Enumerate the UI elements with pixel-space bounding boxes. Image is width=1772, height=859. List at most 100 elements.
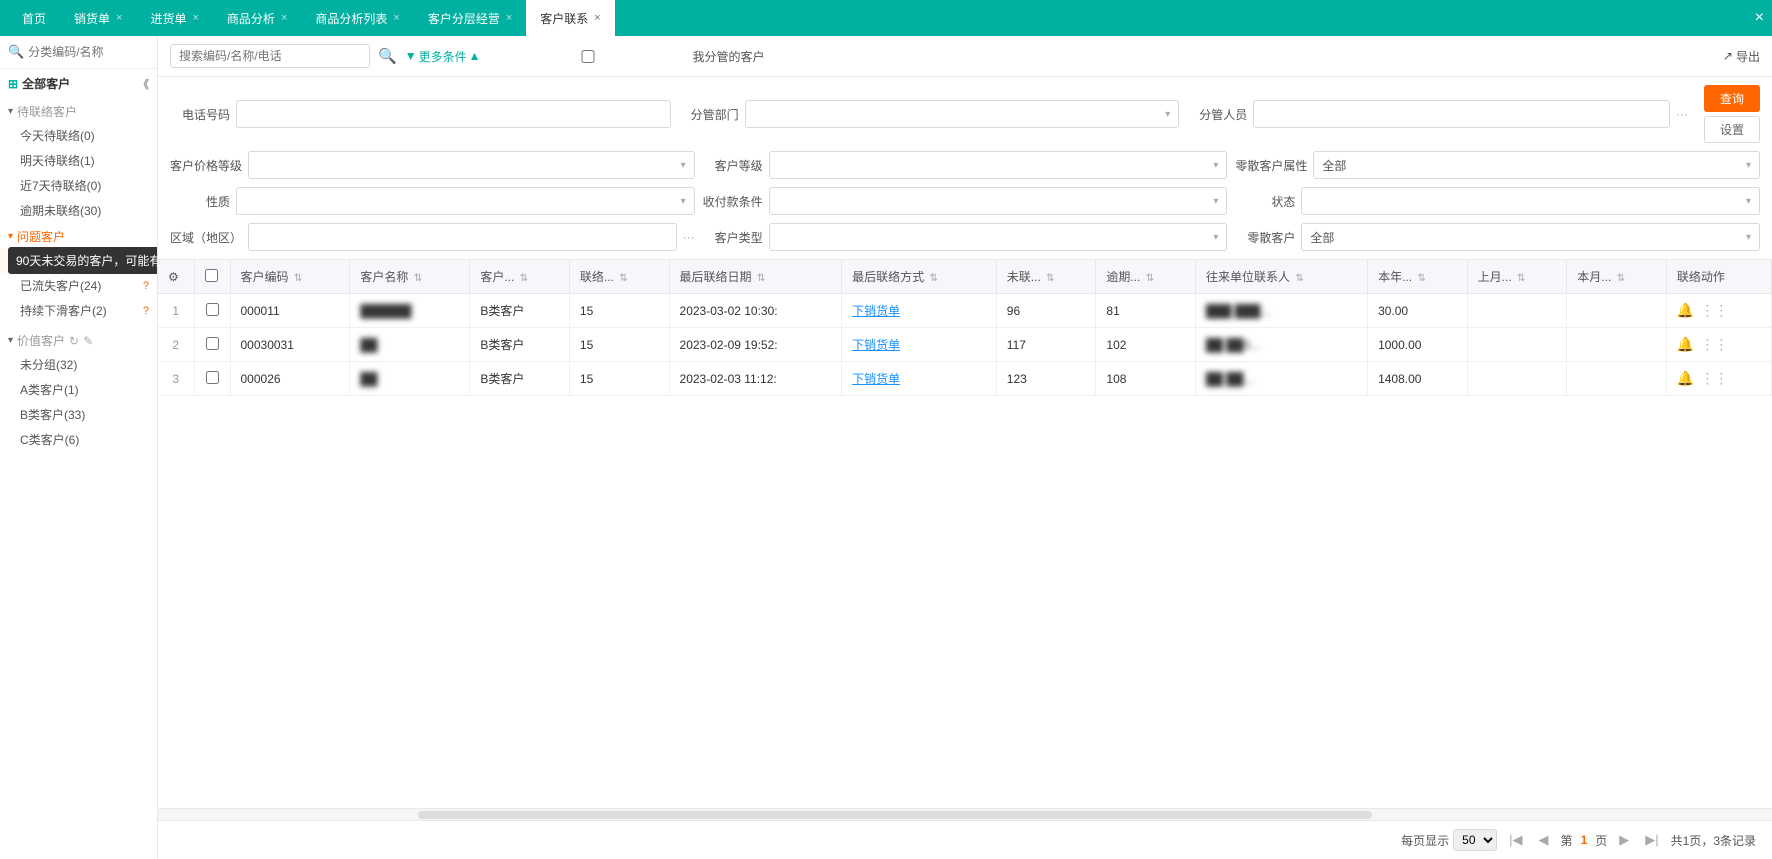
next-page-btn[interactable]: ▶ xyxy=(1615,830,1633,850)
price-level-select[interactable]: ▾ xyxy=(248,151,695,179)
nav-product-analysis-list[interactable]: 商品分析列表 × xyxy=(301,0,413,36)
sidebar-item-b-class[interactable]: B类客户(33) xyxy=(0,402,157,427)
more-action-icon-0[interactable]: ⋮⋮ xyxy=(1700,302,1728,319)
nav-sales-order[interactable]: 销货单 × xyxy=(60,0,136,36)
edit-icon[interactable]: ✎ xyxy=(83,334,93,348)
col-name[interactable]: 客户名称 ⇅ xyxy=(350,260,470,294)
sort-this-month-icon[interactable]: ⇅ xyxy=(1617,273,1625,284)
sidebar-item-c-class[interactable]: C类客户(6) xyxy=(0,427,157,452)
nav-customer-tier[interactable]: 客户分层经营 × xyxy=(414,0,526,36)
close-sales-order[interactable]: × xyxy=(116,12,122,24)
select-all-checkbox[interactable] xyxy=(205,269,218,282)
gender-select[interactable]: ▾ xyxy=(236,187,695,215)
col-this-month[interactable]: 本月... ⇅ xyxy=(1567,260,1667,294)
row-checkbox-1[interactable] xyxy=(194,328,230,362)
more-action-icon-1[interactable]: ⋮⋮ xyxy=(1700,336,1728,353)
payment-select[interactable]: ▾ xyxy=(769,187,1228,215)
settings-icon[interactable]: ⚙ xyxy=(168,270,179,284)
sidebar-item-overdue-contact[interactable]: 逾期未联络(30) xyxy=(0,198,157,223)
nav-product-analysis[interactable]: 商品分析 × xyxy=(213,0,301,36)
close-product-analysis-list[interactable]: × xyxy=(393,12,399,24)
sidebar-item-a-class[interactable]: A类客户(1) xyxy=(0,377,157,402)
close-product-analysis[interactable]: × xyxy=(281,12,287,24)
col-overdue[interactable]: 逾期... ⇅ xyxy=(1096,260,1196,294)
more-action-icon-2[interactable]: ⋮⋮ xyxy=(1700,370,1728,387)
search-button[interactable]: 🔍 xyxy=(378,47,397,65)
nav-home[interactable]: 首页 xyxy=(8,0,60,36)
sidebar-item-today[interactable]: 今天待联络(0) xyxy=(0,123,157,148)
sort-no-contact-icon[interactable]: ⇅ xyxy=(1046,273,1054,284)
all-customers-header[interactable]: ⊞ 全部客户 《 xyxy=(0,69,157,98)
col-contact-person[interactable]: 往来单位联系人 ⇅ xyxy=(1196,260,1368,294)
sort-last-method-icon[interactable]: ⇅ xyxy=(929,273,937,284)
close-purchase-order[interactable]: × xyxy=(192,12,198,24)
dept-select[interactable]: ▾ xyxy=(745,100,1180,128)
sort-last-date-icon[interactable]: ⇅ xyxy=(757,273,765,284)
sidebar-item-7days[interactable]: 近7天待联络(0) xyxy=(0,173,157,198)
sort-overdue-icon[interactable]: ⇅ xyxy=(1146,273,1154,284)
row-last-method-0[interactable]: 下销货单 xyxy=(842,294,997,328)
region-more-btn[interactable]: ··· xyxy=(683,230,695,244)
status-select[interactable]: ▾ xyxy=(1301,187,1760,215)
per-page-select[interactable]: 50 xyxy=(1453,829,1497,851)
contact-icon-2[interactable]: 🔔 xyxy=(1677,370,1694,387)
customer-type-select[interactable]: ▾ xyxy=(769,223,1228,251)
region-select[interactable] xyxy=(248,223,677,251)
col-contact[interactable]: 联络... ⇅ xyxy=(569,260,669,294)
sort-contact-icon[interactable]: ⇅ xyxy=(619,273,627,284)
row-last-method-1[interactable]: 下销货单 xyxy=(842,328,997,362)
sort-type-icon[interactable]: ⇅ xyxy=(520,273,528,284)
sort-this-year-icon[interactable]: ⇅ xyxy=(1417,273,1425,284)
first-page-btn[interactable]: |◀ xyxy=(1505,830,1526,850)
manager-more-btn[interactable]: ··· xyxy=(1676,107,1688,121)
phone-input[interactable] xyxy=(236,100,671,128)
col-last-date[interactable]: 最后联络日期 ⇅ xyxy=(669,260,842,294)
sidebar-item-ungrouped[interactable]: 未分组(32) xyxy=(0,352,157,377)
my-customers-checkbox[interactable] xyxy=(488,50,688,63)
close-customer-tier[interactable]: × xyxy=(506,12,512,24)
retail-customer-select[interactable]: 全部 ▾ xyxy=(1301,223,1760,251)
col-type[interactable]: 客户... ⇅ xyxy=(470,260,570,294)
group-value-customers[interactable]: ▾ 价值客户 ↻ ✎ xyxy=(0,327,157,352)
row-checkbox-0[interactable] xyxy=(194,294,230,328)
close-all-button[interactable]: × xyxy=(1755,9,1764,27)
col-last-method[interactable]: 最后联络方式 ⇅ xyxy=(842,260,997,294)
horizontal-scrollbar[interactable] xyxy=(158,808,1772,820)
sidebar-search-input[interactable] xyxy=(28,45,149,59)
sort-code-icon[interactable]: ⇅ xyxy=(294,273,302,284)
col-last-month[interactable]: 上月... ⇅ xyxy=(1467,260,1567,294)
query-button[interactable]: 查询 xyxy=(1704,85,1760,112)
col-code[interactable]: 客户编码 ⇅ xyxy=(230,260,350,294)
more-conditions-btn[interactable]: ▼ 更多条件 ▲ xyxy=(405,48,481,65)
nav-customer-contact[interactable]: 客户联系 × xyxy=(526,0,614,36)
contact-icon-0[interactable]: 🔔 xyxy=(1677,302,1694,319)
contact-icon-1[interactable]: 🔔 xyxy=(1677,336,1694,353)
prev-page-btn[interactable]: ◀ xyxy=(1535,830,1553,850)
sidebar-item-declining[interactable]: 持续下滑客户(2) ? xyxy=(0,298,157,323)
search-input[interactable] xyxy=(170,44,370,68)
sort-last-month-icon[interactable]: ⇅ xyxy=(1517,273,1525,284)
settings-button[interactable]: 设置 xyxy=(1704,116,1760,143)
customer-level-select[interactable]: ▾ xyxy=(769,151,1228,179)
last-page-btn[interactable]: ▶| xyxy=(1641,830,1662,850)
my-customers-checkbox-area[interactable]: 我分管的客户 xyxy=(488,48,764,65)
collapse-btn[interactable]: 《 xyxy=(138,76,149,92)
row-checkbox-2[interactable] xyxy=(194,362,230,396)
sort-name-icon[interactable]: ⇅ xyxy=(414,273,422,284)
col-no-contact[interactable]: 未联... ⇅ xyxy=(996,260,1096,294)
col-last-date-label: 最后联络日期 xyxy=(680,270,752,284)
sort-contact-person-icon[interactable]: ⇅ xyxy=(1295,273,1303,284)
sidebar-item-churned[interactable]: 已流失客户(24) ? xyxy=(0,273,157,298)
col-checkbox xyxy=(194,260,230,294)
export-button[interactable]: ↗ 导出 xyxy=(1723,48,1760,65)
group-pending-contact[interactable]: ▾ 待联络客户 xyxy=(0,98,157,123)
retail-attr-select[interactable]: 全部 ▾ xyxy=(1313,151,1760,179)
col-this-year[interactable]: 本年... ⇅ xyxy=(1368,260,1468,294)
row-last-method-2[interactable]: 下销货单 xyxy=(842,362,997,396)
nav-purchase-order[interactable]: 进货单 × xyxy=(136,0,212,36)
manager-select[interactable] xyxy=(1253,100,1670,128)
refresh-icon[interactable]: ↻ xyxy=(69,334,79,348)
group-problem-customers[interactable]: ▾ 问题客户 xyxy=(0,223,157,248)
sidebar-item-tomorrow[interactable]: 明天待联络(1) xyxy=(0,148,157,173)
close-customer-contact[interactable]: × xyxy=(594,12,600,24)
